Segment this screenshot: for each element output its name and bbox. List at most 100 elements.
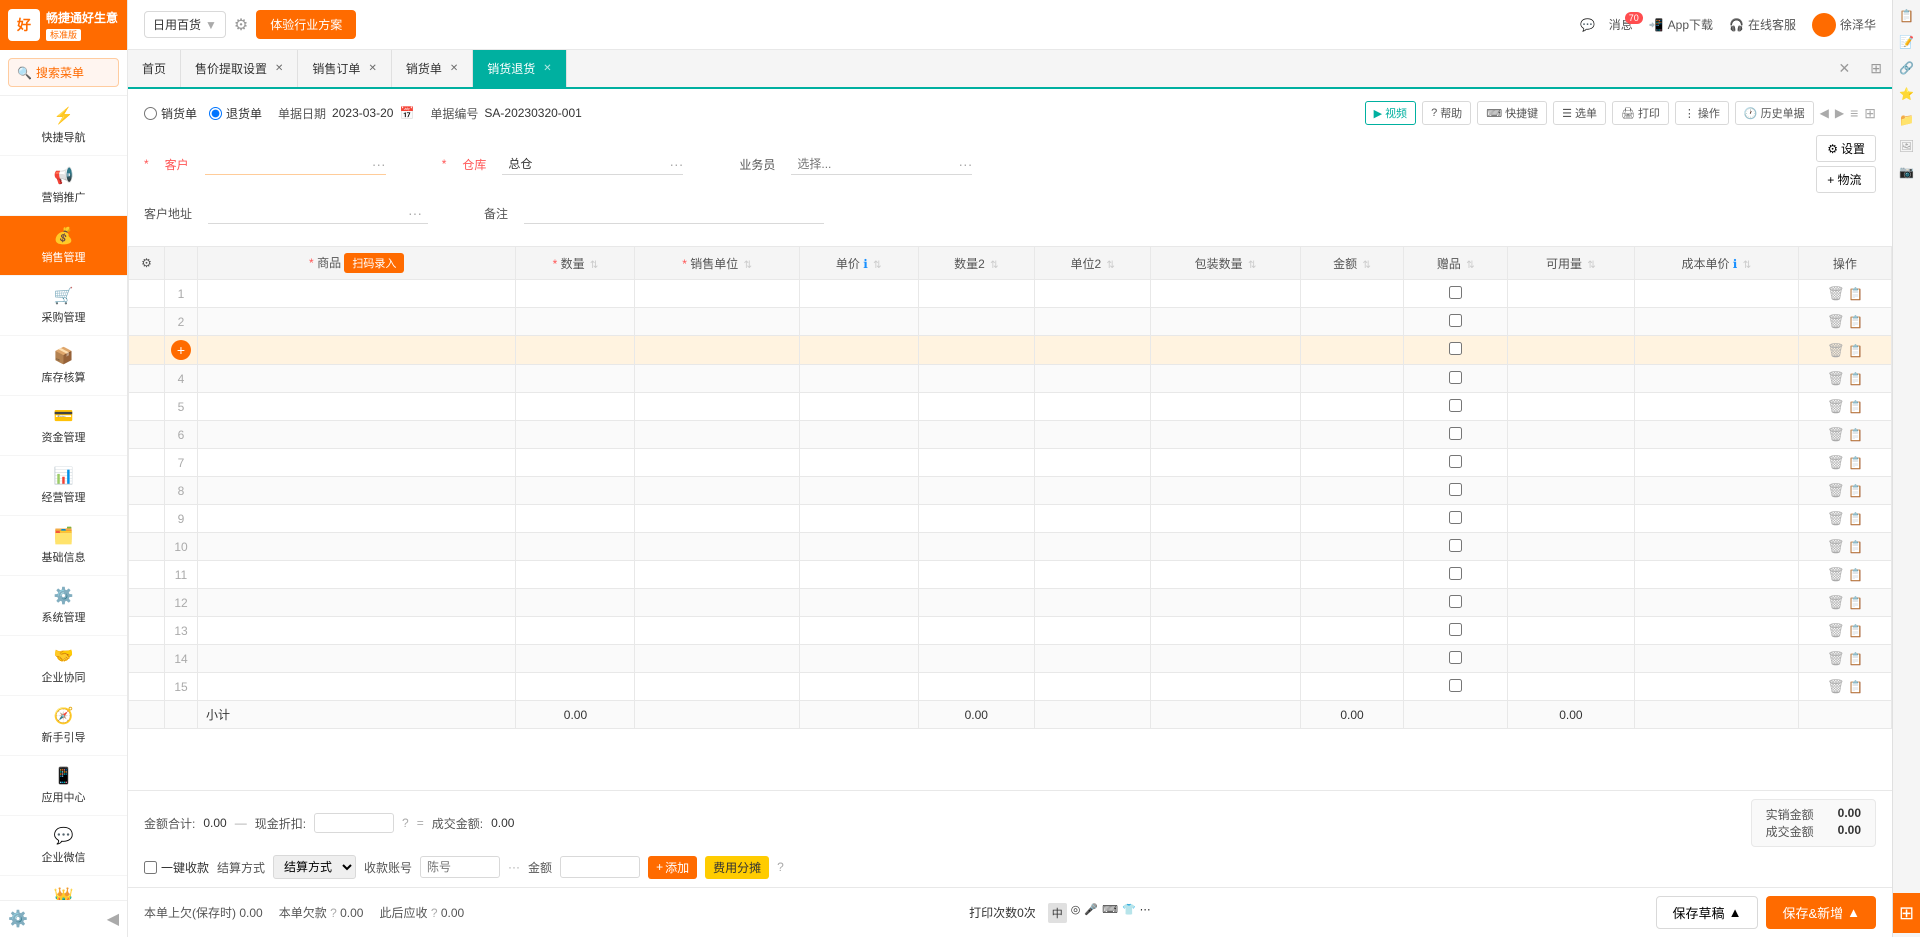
row-available-7[interactable] (1508, 449, 1635, 477)
row-amount-1[interactable] (1300, 280, 1404, 308)
right-icon-3[interactable]: 🔗 (1895, 56, 1919, 80)
row-cost-5[interactable] (1634, 393, 1798, 421)
row-unit-1[interactable] (635, 280, 799, 308)
warehouse-input[interactable] (502, 154, 669, 174)
row-cost-4[interactable] (1634, 365, 1798, 393)
row-available-13[interactable] (1508, 617, 1635, 645)
cost-info-icon[interactable]: ℹ (1733, 257, 1738, 271)
row-unit2-4[interactable] (1034, 365, 1150, 393)
row-qty-9[interactable] (516, 505, 635, 533)
row-unit-14[interactable] (635, 645, 799, 673)
ime-zh-icon[interactable]: 中 (1048, 903, 1067, 923)
row-gift-15[interactable] (1404, 673, 1508, 701)
row-price-7[interactable] (799, 449, 918, 477)
tab-sales[interactable]: 销货单 ✕ (392, 50, 473, 87)
radio-return[interactable]: 退货单 (209, 105, 262, 122)
row-product-13[interactable] (198, 617, 516, 645)
row-available-2[interactable] (1508, 308, 1635, 336)
row-qty-4[interactable] (516, 365, 635, 393)
close-sales-icon[interactable]: ✕ (450, 63, 458, 74)
tab-home[interactable]: 首页 (128, 50, 181, 87)
sidebar-item-marketing[interactable]: 📢 营销推广 (0, 156, 127, 216)
customer-select-icon[interactable]: ··· (372, 156, 386, 172)
gift-checkbox-5[interactable] (1449, 399, 1462, 412)
row-price-3[interactable] (799, 336, 918, 365)
row-unit2-5[interactable] (1034, 393, 1150, 421)
row-amount-2[interactable] (1300, 308, 1404, 336)
row-price-10[interactable] (799, 533, 918, 561)
row-qty-10[interactable] (516, 533, 635, 561)
user-avatar[interactable]: 徐泽华 (1812, 13, 1876, 37)
gift-checkbox-1[interactable] (1449, 286, 1462, 299)
row-product-2[interactable] (198, 308, 516, 336)
row-qty2-5[interactable] (918, 393, 1034, 421)
row-qty-3[interactable] (516, 336, 635, 365)
row-gift-6[interactable] (1404, 421, 1508, 449)
row-unit2-3[interactable] (1034, 336, 1150, 365)
row-unit2-14[interactable] (1034, 645, 1150, 673)
product-input-14[interactable] (204, 652, 509, 666)
split-help-icon[interactable]: ? (777, 860, 784, 874)
radio-invoice[interactable]: 销货单 (144, 105, 197, 122)
row-pkg-13[interactable] (1151, 617, 1300, 645)
copy-row-6-btn[interactable]: 📋 (1848, 428, 1863, 442)
row-product-3[interactable] (198, 336, 516, 365)
grid-view-icon[interactable]: ⊞ (1864, 105, 1876, 122)
sidebar-item-member[interactable]: 👑 畅会员 (0, 876, 127, 900)
row-available-6[interactable] (1508, 421, 1635, 449)
select-btn[interactable]: ☰ 选单 (1553, 101, 1606, 125)
right-icon-6[interactable]: 🖼 (1895, 134, 1919, 158)
row-price-6[interactable] (799, 421, 918, 449)
delete-row-1-btn[interactable]: 🗑 (1827, 285, 1845, 302)
row-unit-3[interactable] (635, 336, 799, 365)
row-qty-11[interactable] (516, 561, 635, 589)
row-amount-14[interactable] (1300, 645, 1404, 673)
sidebar-item-inventory[interactable]: 📦 库存核算 (0, 336, 127, 396)
row-qty2-1[interactable] (918, 280, 1034, 308)
row-gift-13[interactable] (1404, 617, 1508, 645)
row-unit-8[interactable] (635, 477, 799, 505)
copy-row-8-btn[interactable]: 📋 (1848, 484, 1863, 498)
row-unit-7[interactable] (635, 449, 799, 477)
copy-row-3-btn[interactable]: 📋 (1848, 344, 1863, 358)
row-price-13[interactable] (799, 617, 918, 645)
row-gift-2[interactable] (1404, 308, 1508, 336)
row-price-2[interactable] (799, 308, 918, 336)
product-input-1[interactable] (204, 287, 509, 301)
row-product-14[interactable] (198, 645, 516, 673)
ime-icon6[interactable]: ⋯ (1140, 903, 1151, 923)
row-qty2-13[interactable] (918, 617, 1034, 645)
delete-row-6-btn[interactable]: 🗑 (1827, 426, 1845, 443)
row-pkg-8[interactable] (1151, 477, 1300, 505)
ops-btn[interactable]: ⋮ 操作 (1675, 101, 1729, 125)
row-price-15[interactable] (799, 673, 918, 701)
row-product-4[interactable] (198, 365, 516, 393)
row-pkg-5[interactable] (1151, 393, 1300, 421)
row-amount-6[interactable] (1300, 421, 1404, 449)
cost-sort-icon[interactable]: ⇅ (1743, 260, 1751, 271)
close-tab-btn[interactable]: ✕ (1829, 60, 1861, 77)
sidebar-item-enterprise[interactable]: 🤝 企业协同 (0, 636, 127, 696)
radio-return-input[interactable] (209, 107, 222, 120)
row-gift-3[interactable] (1404, 336, 1508, 365)
row-qty2-7[interactable] (918, 449, 1034, 477)
close-sales-return-icon[interactable]: ✕ (543, 63, 551, 74)
row-pkg-12[interactable] (1151, 589, 1300, 617)
row-price-11[interactable] (799, 561, 918, 589)
row-amount-13[interactable] (1300, 617, 1404, 645)
ime-icon2[interactable]: ◎ (1071, 903, 1081, 923)
settings-gear-icon[interactable]: ⚙ (234, 15, 248, 35)
row-qty2-14[interactable] (918, 645, 1034, 673)
row-pkg-6[interactable] (1151, 421, 1300, 449)
delete-row-5-btn[interactable]: 🗑 (1827, 398, 1845, 415)
settings-bottom-icon[interactable]: ⚙️ (8, 909, 28, 929)
row-gift-7[interactable] (1404, 449, 1508, 477)
row-qty-14[interactable] (516, 645, 635, 673)
row-unit2-9[interactable] (1034, 505, 1150, 533)
row-amount-10[interactable] (1300, 533, 1404, 561)
row-pkg-2[interactable] (1151, 308, 1300, 336)
row-pkg-15[interactable] (1151, 673, 1300, 701)
gift-checkbox-11[interactable] (1449, 567, 1462, 580)
ime-icon3[interactable]: 🎤 (1084, 903, 1098, 923)
gift-checkbox-8[interactable] (1449, 483, 1462, 496)
